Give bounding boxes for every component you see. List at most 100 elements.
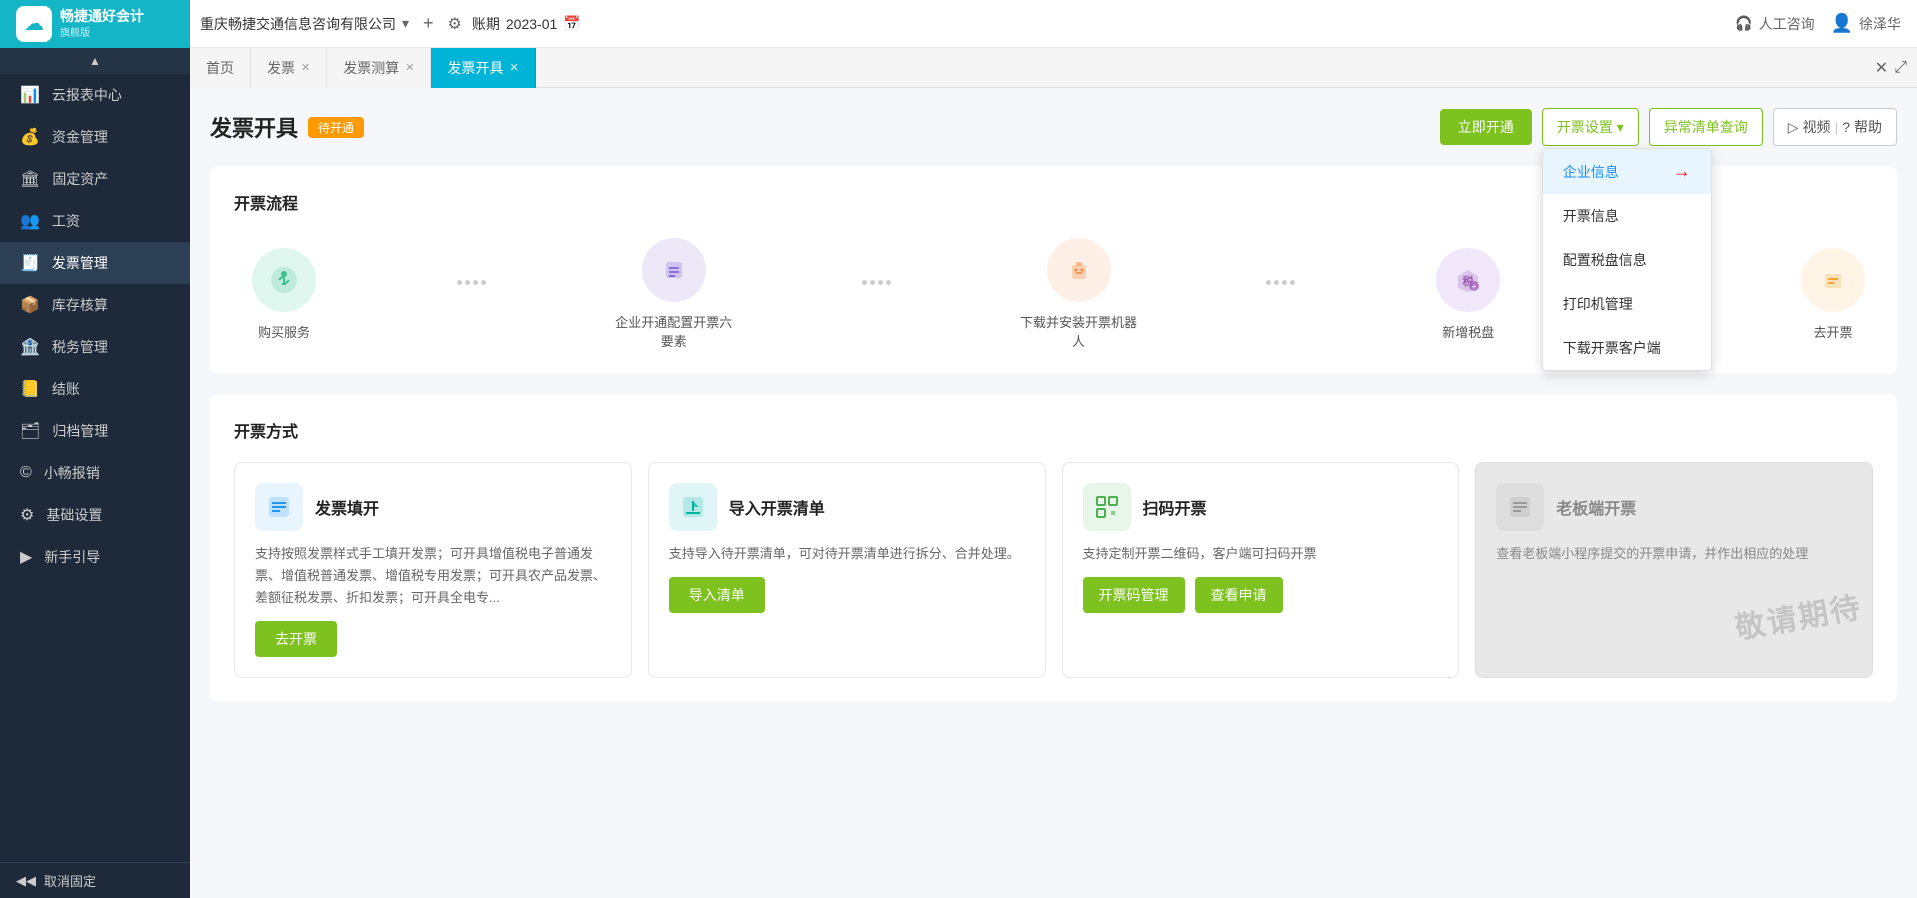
- tab-fapiao-cesuan[interactable]: 发票测算 ✕: [327, 48, 431, 88]
- sidebar-item-gudingzichan[interactable]: 🏛 固定资产: [0, 158, 190, 200]
- fapiao-icon: 🧾: [20, 253, 40, 273]
- dropdown-arrow-icon: ▾: [1617, 119, 1624, 136]
- sidebar-item-label: 固定资产: [52, 169, 108, 189]
- tab-fapiao-kaiju[interactable]: 发票开具 ✕: [431, 48, 535, 88]
- sidebar-item-label: 工资: [52, 211, 80, 231]
- xinshouyin-icon: ▶: [20, 547, 32, 567]
- flow-step-3: 下载并安装开票机器人: [1014, 238, 1144, 350]
- video-help-button[interactable]: ▷ 视频 | ? 帮助: [1773, 108, 1897, 146]
- method-card-boss: 老板端开票 查看老板端小程序提交的开票申请，并作出相应的处理 敬请期待: [1475, 462, 1873, 678]
- sidebar-scroll-up[interactable]: ▲: [0, 48, 190, 74]
- step-connector: [334, 280, 609, 285]
- support-btn[interactable]: 🎧 人工咨询: [1735, 14, 1814, 34]
- page-header: 发票开具 待开通 立即开通 开票设置 ▾ 企业信息: [210, 108, 1897, 146]
- app-logo-sub: 旗舰版: [60, 24, 144, 39]
- tab-fapiao[interactable]: 发票 ✕: [251, 48, 327, 88]
- company-info-label: 企业信息: [1563, 162, 1619, 182]
- jichushezhi-icon: ⚙: [20, 505, 34, 525]
- method-card-scan: 扫码开票 支持定制开票二维码，客户端可扫码开票 开票码管理 查看申请: [1062, 462, 1460, 678]
- exception-button[interactable]: 异常清单查询: [1649, 108, 1763, 146]
- tab-close-icon[interactable]: ✕: [405, 61, 414, 74]
- invoice-info-label: 开票信息: [1563, 208, 1619, 224]
- period-value: 2023-01: [506, 16, 557, 32]
- tab-close-window-icon[interactable]: ✕: [1875, 58, 1888, 78]
- zijin-icon: 💰: [20, 127, 40, 147]
- company-selector[interactable]: 重庆畅捷交通信息咨询有限公司 ▾: [200, 14, 409, 34]
- gudingzichan-icon: 🏛: [20, 169, 40, 189]
- sidebar-item-jichushezhi[interactable]: ⚙ 基础设置: [0, 494, 190, 536]
- help-icon: ?: [1842, 119, 1850, 135]
- dropdown-item-company-info[interactable]: 企业信息 →: [1543, 149, 1711, 194]
- sidebar-item-xinshouyin[interactable]: ▶ 新手引导: [0, 536, 190, 578]
- scan-invoice-icon: [1083, 483, 1131, 531]
- fill-invoice-btn[interactable]: 去开票: [255, 621, 337, 657]
- sidebar-item-yunbao[interactable]: 📊 云报表中心: [0, 74, 190, 116]
- app-logo-icon: ☁: [16, 6, 52, 42]
- boss-invoice-title: 老板端开票: [1556, 495, 1636, 519]
- tab-expand-icon[interactable]: ⤢: [1894, 59, 1907, 77]
- sidebar-nav: 📊 云报表中心 💰 资金管理 🏛 固定资产 👥 工资 🧾 发票管理 📦: [0, 74, 190, 862]
- yunbao-icon: 📊: [20, 85, 40, 105]
- sidebar-item-guidang[interactable]: 🗂 归档管理: [0, 410, 190, 452]
- step-5-label: 去开票: [1813, 322, 1852, 341]
- support-label: 人工咨询: [1759, 14, 1815, 34]
- app-logo-text: 畅捷通好会计: [60, 8, 144, 25]
- dropdown-item-tax-disk[interactable]: 配置税盘信息: [1543, 238, 1711, 282]
- flow-step-4: 税+ 新增税盘: [1418, 248, 1518, 341]
- method-card-fill: 发票填开 支持按照发票样式手工填开发票；可开具增值税电子普通发票、增值税普通发票…: [234, 462, 632, 678]
- sidebar-item-xiaochang[interactable]: © 小畅报销: [0, 452, 190, 494]
- sidebar-item-kucun[interactable]: 📦 库存核算: [0, 284, 190, 326]
- boss-invoice-icon: [1496, 483, 1544, 531]
- step-connector: [1144, 280, 1419, 285]
- sidebar-item-zijin[interactable]: 💰 资金管理: [0, 116, 190, 158]
- gongzi-icon: 👥: [20, 211, 40, 231]
- method-card-import: 导入开票清单 支持导入待开票清单，可对待开票清单进行拆分、合并处理。 导入清单: [648, 462, 1046, 678]
- add-icon[interactable]: +: [423, 13, 434, 34]
- calendar-icon[interactable]: 📅: [563, 15, 580, 32]
- dropdown-item-download-client[interactable]: 下载开票客户端: [1543, 326, 1711, 370]
- tab-close-icon[interactable]: ✕: [509, 61, 518, 74]
- sidebar-item-label: 库存核算: [52, 295, 108, 315]
- import-invoice-title: 导入开票清单: [729, 495, 825, 519]
- sidebar-item-label: 云报表中心: [52, 85, 122, 105]
- printer-label: 打印机管理: [1563, 296, 1633, 312]
- play-icon: ▷: [1788, 119, 1799, 136]
- tab-close-icon[interactable]: ✕: [301, 61, 310, 74]
- user-info[interactable]: 👤 徐泽华: [1831, 13, 1901, 34]
- methods-section: 开票方式 发票填开 支持按照发票样式手工填开发票；可开具增值税电子普通发票、增值…: [210, 394, 1897, 702]
- flow-step-5: 去开票: [1793, 248, 1873, 341]
- sidebar-item-label: 发票管理: [52, 253, 108, 273]
- boss-invoice-desc: 查看老板端小程序提交的开票申请，并作出相应的处理: [1496, 543, 1852, 565]
- watermark-text: 敬请期待: [1731, 583, 1865, 649]
- view-application-btn[interactable]: 查看申请: [1195, 577, 1283, 613]
- settings-button[interactable]: 开票设置 ▾: [1542, 108, 1639, 146]
- activate-button[interactable]: 立即开通: [1440, 109, 1532, 145]
- flow-step-2: 企业开通配置开票六要素: [609, 238, 739, 350]
- sidebar-item-shuiwu[interactable]: 🏦 税务管理: [0, 326, 190, 368]
- page-title: 发票开具: [210, 111, 298, 143]
- chevron-down-icon: ▾: [402, 15, 409, 32]
- step-1-label: 购买服务: [258, 322, 310, 341]
- company-name: 重庆畅捷交通信息咨询有限公司: [200, 14, 396, 34]
- dropdown-item-invoice-info[interactable]: 开票信息: [1543, 194, 1711, 238]
- import-invoice-btn[interactable]: 导入清单: [669, 577, 765, 613]
- sidebar-bottom-action[interactable]: ◀◀ 取消固定: [0, 862, 190, 898]
- sidebar-item-label: 税务管理: [52, 337, 108, 357]
- scan-invoice-title: 扫码开票: [1143, 495, 1207, 519]
- sidebar-item-label: 结账: [52, 379, 80, 399]
- tab-home[interactable]: 首页: [190, 48, 251, 88]
- sidebar-item-jiezhang[interactable]: 📒 结账: [0, 368, 190, 410]
- download-client-label: 下载开票客户端: [1563, 340, 1661, 356]
- sidebar-item-fapiao[interactable]: 🧾 发票管理: [0, 242, 190, 284]
- sidebar: ▲ 📊 云报表中心 💰 资金管理 🏛 固定资产 👥 工资 🧾 发票管理: [0, 48, 190, 898]
- scan-code-mgmt-btn[interactable]: 开票码管理: [1083, 577, 1185, 613]
- methods-section-title: 开票方式: [234, 418, 1873, 442]
- sidebar-item-label: 基础设置: [46, 505, 102, 525]
- period-label: 账期: [472, 14, 500, 34]
- settings-dropdown-menu: 企业信息 → 开票信息 配置税盘信息 打印机管理: [1542, 148, 1712, 371]
- dropdown-item-printer[interactable]: 打印机管理: [1543, 282, 1711, 326]
- sidebar-item-gongzi[interactable]: 👥 工资: [0, 200, 190, 242]
- sidebar-item-label: 小畅报销: [44, 463, 100, 483]
- scan-invoice-desc: 支持定制开票二维码，客户端可扫码开票: [1083, 543, 1439, 565]
- settings-icon[interactable]: ⚙: [448, 14, 462, 34]
